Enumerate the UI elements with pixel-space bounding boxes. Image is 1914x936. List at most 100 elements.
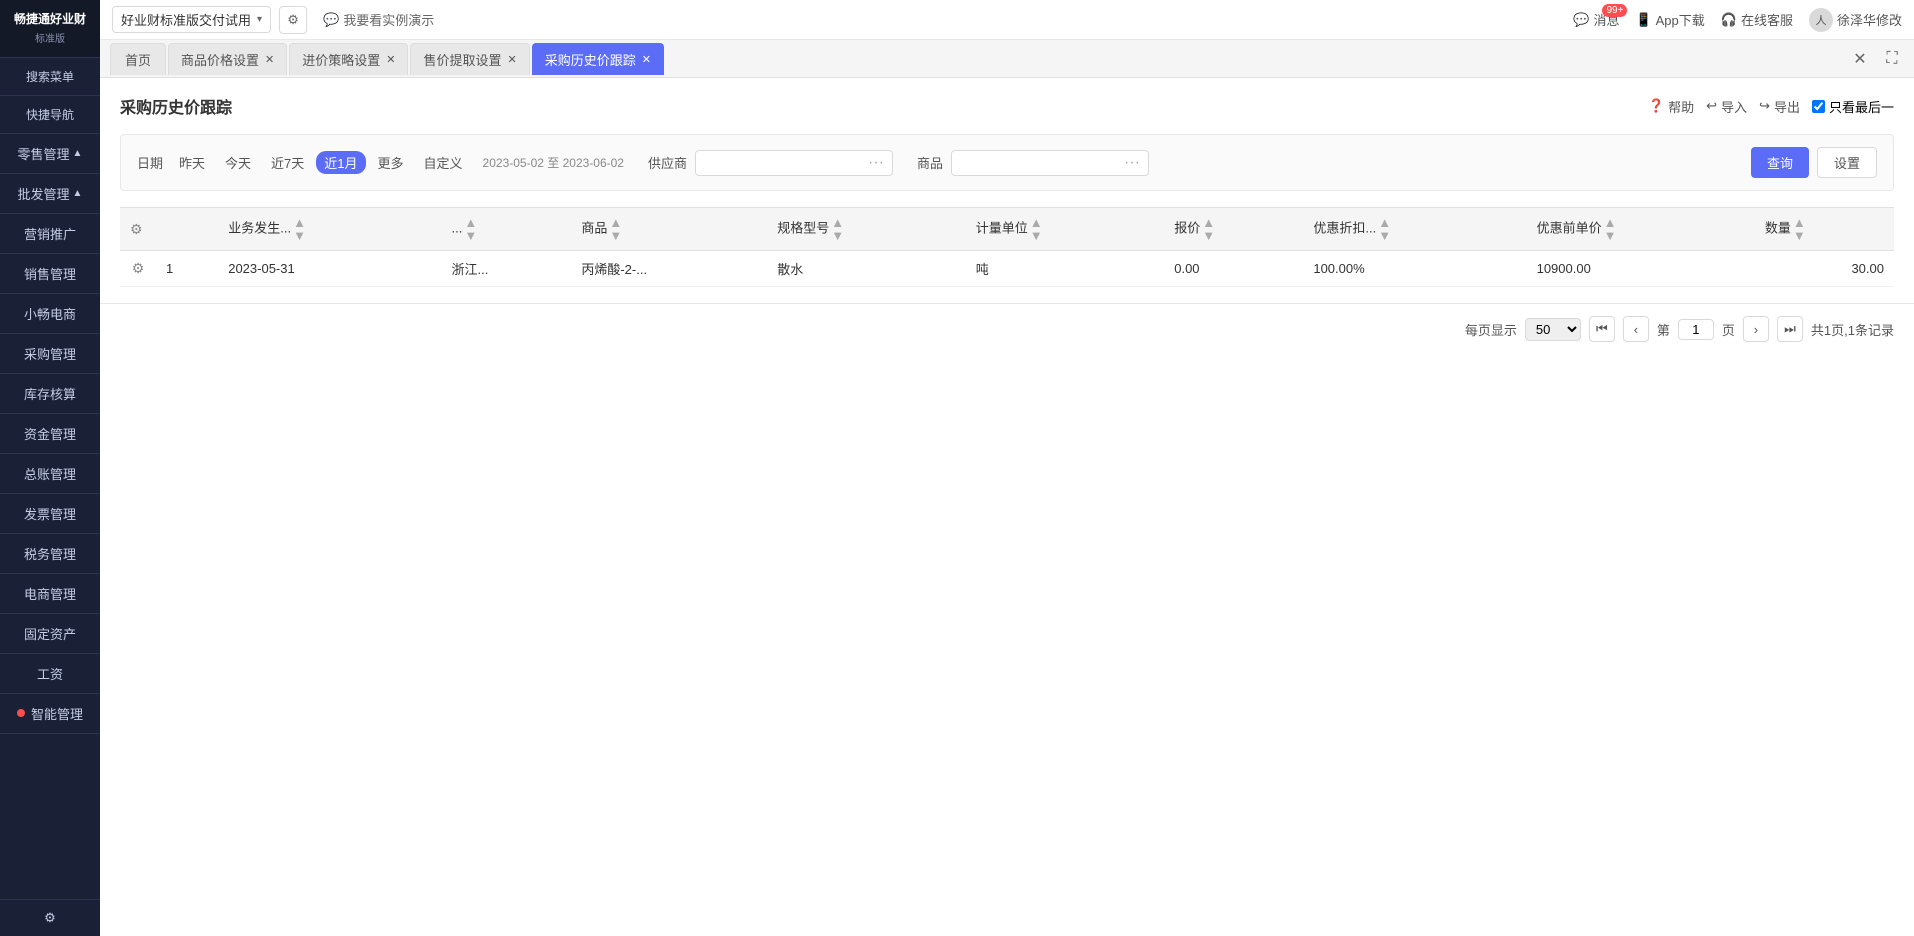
col-header-spec[interactable]: 规格型号▲▼ [767, 208, 966, 251]
row-gear-icon[interactable]: ⚙ [132, 260, 145, 276]
filter-actions: 查询 设置 [1751, 147, 1877, 178]
tab-strategy[interactable]: 进价策略设置✕ [289, 43, 408, 75]
goods-label: 商品 [917, 153, 943, 172]
sort-icon[interactable]: ▲▼ [1030, 216, 1043, 242]
col-header-goods[interactable]: 商品▲▼ [571, 208, 767, 251]
demo-link[interactable]: 💬 我要看实例演示 [323, 10, 434, 29]
col-label: 业务发生... [228, 220, 291, 235]
sort-icon[interactable]: ▲▼ [293, 216, 306, 242]
message-btn[interactable]: 💬 消息 99+ [1573, 10, 1619, 29]
only-last-checkbox[interactable]: 只看最后一 [1812, 97, 1894, 116]
date-option-近1月[interactable]: 近1月 [316, 151, 365, 174]
supplier-filter: 供应商 ··· [648, 150, 893, 176]
goods-input[interactable] [960, 155, 1120, 170]
table-row: ⚙12023-05-31浙江...丙烯酸-2-...散水吨0.00100.00%… [120, 251, 1894, 287]
goods-input-wrap[interactable]: ··· [951, 150, 1149, 176]
last-page-btn[interactable]: ⏭ [1777, 316, 1803, 342]
sort-icon[interactable]: ▲▼ [1793, 216, 1806, 242]
sort-icon[interactable]: ▲▼ [464, 216, 477, 242]
per-page-select[interactable]: 2050100200 [1525, 318, 1581, 341]
sidebar-item-tax[interactable]: 税务管理 [0, 534, 100, 574]
cell-quantity: 30.00 [1755, 251, 1894, 287]
import-btn[interactable]: ↩ 导入 [1706, 97, 1747, 116]
col-header-quantity[interactable]: 数量▲▼ [1755, 208, 1894, 251]
col-label: ... [451, 220, 462, 235]
col-header-more[interactable]: ...▲▼ [441, 208, 571, 251]
user-btn[interactable]: 人 徐泽华修改 [1809, 8, 1902, 32]
page-input[interactable]: 1 [1678, 319, 1714, 340]
date-option-今天[interactable]: 今天 [217, 151, 259, 174]
service-label: 在线客服 [1741, 10, 1793, 29]
tab-price[interactable]: 商品价格设置✕ [168, 43, 287, 75]
quick-nav[interactable]: 快捷导航 [0, 96, 100, 134]
table-gear-icon[interactable]: ⚙ [130, 221, 143, 237]
sidebar-item-retail[interactable]: 零售管理▲ [0, 134, 100, 174]
search-menu[interactable]: 搜索菜单 [0, 58, 100, 96]
col-header-pre_discount_price[interactable]: 优惠前单价▲▼ [1527, 208, 1755, 251]
sidebar-item-sales[interactable]: 销售管理 [0, 254, 100, 294]
settings-icon[interactable]: ⚙ [279, 6, 307, 34]
col-header-price[interactable]: 报价▲▼ [1164, 208, 1303, 251]
date-option-近7天[interactable]: 近7天 [263, 151, 312, 174]
settings-button[interactable]: 设置 [1817, 147, 1877, 178]
page-title: 采购历史价跟踪 [120, 94, 232, 118]
sidebar-item-marketing[interactable]: 营销推广 [0, 214, 100, 254]
date-option-更多[interactable]: 更多 [370, 151, 412, 174]
data-table: ⚙业务发生...▲▼...▲▼商品▲▼规格型号▲▼计量单位▲▼报价▲▼优惠折扣.… [120, 207, 1894, 287]
sidebar-item-wholesale[interactable]: 批发管理▲ [0, 174, 100, 214]
sidebar-item-finance[interactable]: 资金管理 [0, 414, 100, 454]
goods-filter: 商品 ··· [917, 150, 1149, 176]
first-page-btn[interactable]: ⏮ [1589, 316, 1615, 342]
logo-sub: 标准版 [35, 30, 65, 45]
sidebar-item-invoice[interactable]: 发票管理 [0, 494, 100, 534]
col-header-discount[interactable]: 优惠折扣...▲▼ [1303, 208, 1526, 251]
supplier-input-wrap[interactable]: ··· [695, 150, 893, 176]
sidebar-item-purchase[interactable]: 采购管理 [0, 334, 100, 374]
goods-dots[interactable]: ··· [1124, 154, 1140, 172]
sidebar: 畅捷通好业财 标准版 搜索菜单 快捷导航 零售管理▲批发管理▲营销推广销售管理小… [0, 0, 100, 936]
sort-icon[interactable]: ▲▼ [609, 216, 622, 242]
app-download-btn[interactable]: 📱 App下载 [1635, 10, 1704, 29]
tab-sale_price[interactable]: 售价提取设置✕ [410, 43, 529, 75]
help-btn[interactable]: ❓ 帮助 [1648, 97, 1694, 116]
export-btn[interactable]: ↪ 导出 [1759, 97, 1800, 116]
tab-history[interactable]: 采购历史价跟踪✕ [532, 43, 664, 75]
supplier-input[interactable] [704, 155, 864, 170]
online-service-btn[interactable]: 🎧 在线客服 [1721, 10, 1793, 29]
next-page-btn[interactable]: › [1743, 316, 1769, 342]
supplier-dots[interactable]: ··· [868, 154, 884, 172]
sidebar-item-inventory[interactable]: 库存核算 [0, 374, 100, 414]
sort-icon[interactable]: ▲▼ [831, 216, 844, 242]
sidebar-item-ledger[interactable]: 总账管理 [0, 454, 100, 494]
col-label: 优惠折扣... [1313, 220, 1376, 235]
tab-close-btn[interactable]: ✕ [642, 53, 651, 66]
sidebar-gear[interactable]: ⚙ [0, 899, 100, 936]
page-unit: 页 [1722, 320, 1735, 339]
close-tab-btn[interactable]: ✕ [1846, 45, 1874, 73]
sidebar-item-smart[interactable]: 智能管理 [0, 694, 100, 734]
only-last-input[interactable] [1812, 100, 1825, 113]
tab-close-btn[interactable]: ✕ [386, 53, 395, 66]
version-selector[interactable]: 好业财标准版交付试用 ▾ [112, 6, 271, 33]
sidebar-item-salary[interactable]: 工资 [0, 654, 100, 694]
sidebar-item-eshop[interactable]: 小畅电商 [0, 294, 100, 334]
sort-icon[interactable]: ▲▼ [1604, 216, 1617, 242]
sidebar-item-assets[interactable]: 固定资产 [0, 614, 100, 654]
page-label: 第 [1657, 320, 1670, 339]
sort-icon[interactable]: ▲▼ [1202, 216, 1215, 242]
date-option-自定义[interactable]: 自定义 [416, 151, 471, 174]
tab-close-btn[interactable]: ✕ [265, 53, 274, 66]
date-range: 2023-05-02 至 2023-06-02 [483, 154, 624, 171]
sidebar-item-label: 智能管理 [31, 704, 83, 723]
sort-icon[interactable]: ▲▼ [1378, 216, 1391, 242]
sidebar-item-ecommerce[interactable]: 电商管理 [0, 574, 100, 614]
prev-page-btn[interactable]: ‹ [1623, 316, 1649, 342]
date-option-昨天[interactable]: 昨天 [171, 151, 213, 174]
col-header-unit[interactable]: 计量单位▲▼ [966, 208, 1165, 251]
query-button[interactable]: 查询 [1751, 147, 1809, 178]
message-badge: 99+ [1602, 4, 1627, 17]
tab-home[interactable]: 首页 [110, 43, 166, 75]
expand-btn[interactable]: ⛶ [1878, 45, 1906, 73]
tab-close-btn[interactable]: ✕ [508, 53, 517, 66]
col-header-date[interactable]: 业务发生...▲▼ [218, 208, 441, 251]
